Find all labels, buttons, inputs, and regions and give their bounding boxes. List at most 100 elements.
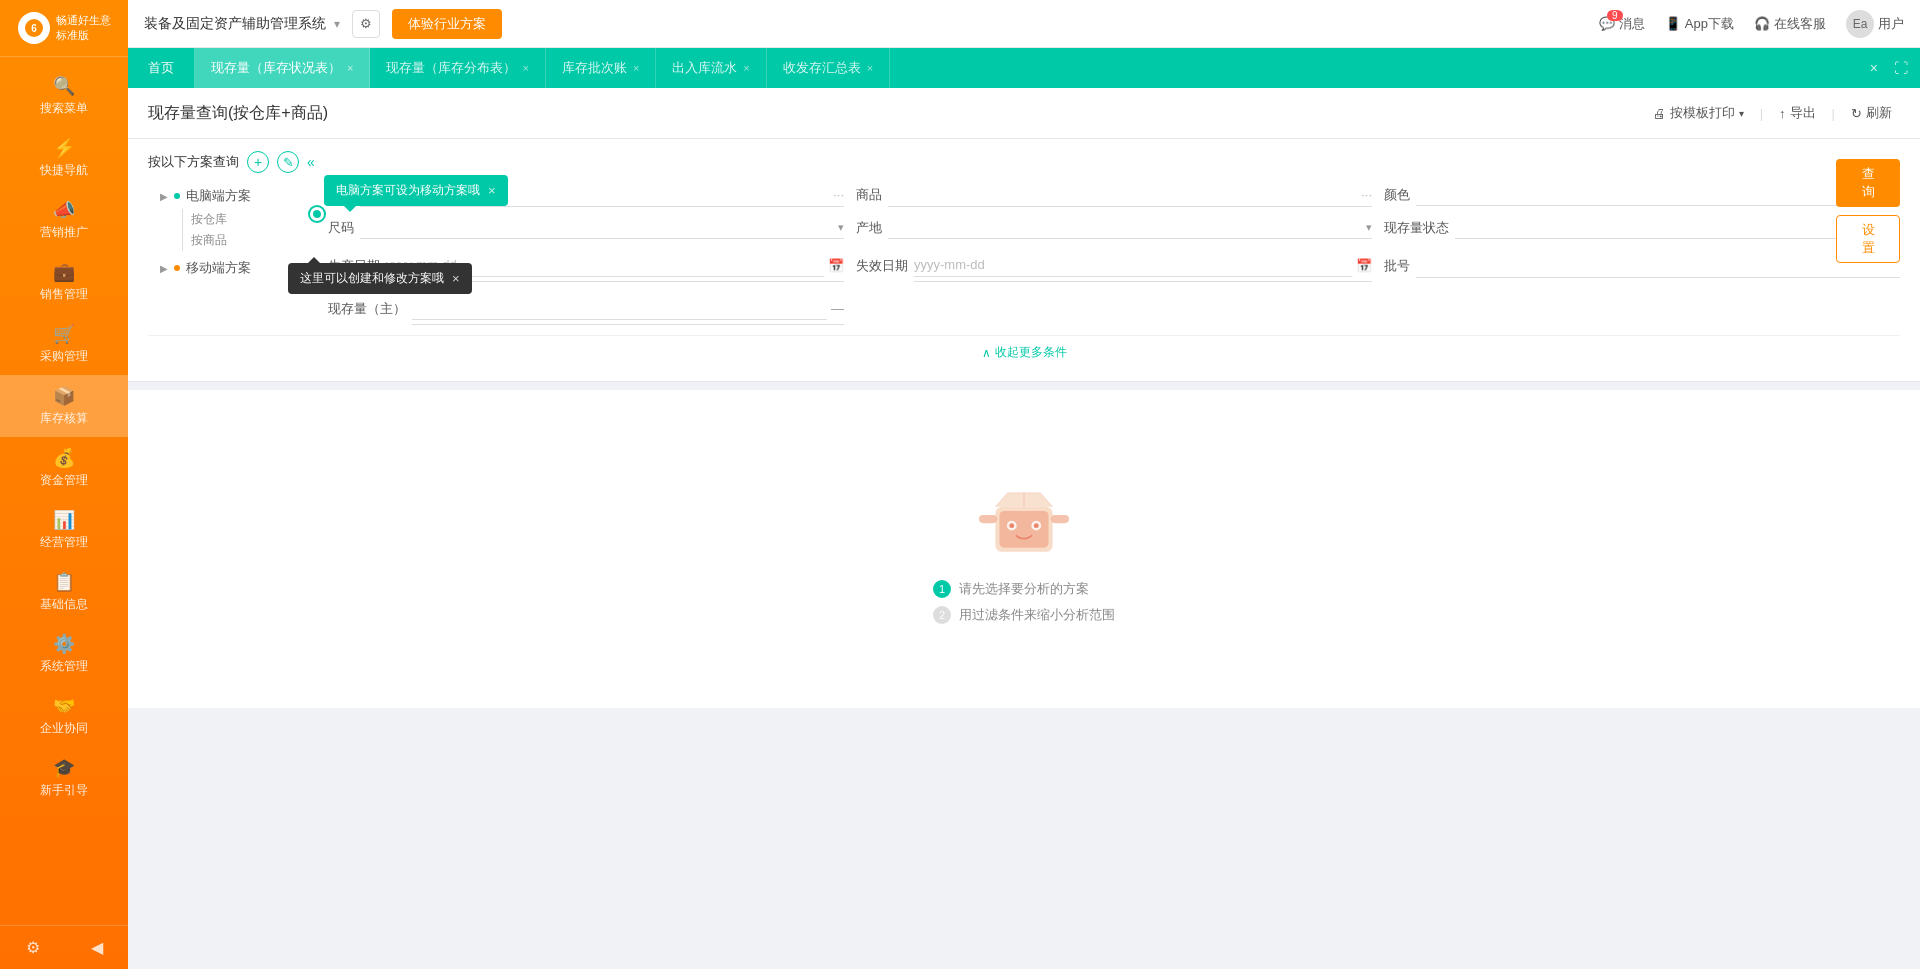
reset-button[interactable]: 设置 [1836,215,1900,263]
tab-close-3[interactable]: × [633,62,639,74]
tab-in-out-flow[interactable]: 出入库流水 × [656,48,766,88]
tooltip1-close-button[interactable]: × [488,183,496,198]
warehouse-sub: 按仓库 [191,209,308,230]
filter-back-button[interactable]: « [307,154,315,170]
sidebar-item-system[interactable]: ⚙️ 系统管理 [0,623,128,685]
sidebar-item-marketing[interactable]: 📣 营销推广 [0,189,128,251]
export-button[interactable]: ↑ 导出 [1771,100,1824,126]
filter-fields: 仓库 ··· 商品 ··· [308,183,1900,335]
expiry-date-range: 📅 [914,249,1372,282]
svg-point-7 [1034,523,1039,528]
search-button[interactable]: 查询 [1836,159,1900,207]
svg-rect-8 [979,515,997,523]
export-icon: ↑ [1779,106,1786,121]
settings-gear-button[interactable]: ⚙ [352,10,380,38]
scheme-item-desktop[interactable]: ▶ 电脑端方案 [160,183,308,209]
trial-button[interactable]: 体验行业方案 [392,9,502,39]
sidebar-item-tutorial[interactable]: 🎓 新手引导 [0,747,128,809]
print-dropdown-icon: ▾ [1739,108,1744,119]
scheme-dot-mobile [174,265,180,271]
search-icon: 🔍 [53,75,75,97]
collapse-sidebar-btn[interactable]: ◀ [91,938,103,957]
collapse-icon: ∧ [982,346,991,360]
system-title-arrow: ▾ [334,17,340,31]
sidebar-item-purchase[interactable]: 🛒 采购管理 [0,313,128,375]
empty-step-1: 1 请先选择要分析的方案 [933,576,1115,602]
tab-inventory-status[interactable]: 现存量（库存状况表） × [195,48,370,88]
size-select[interactable]: ▾ [360,217,844,239]
message-icon-wrapper: 💬 9 [1599,16,1615,31]
filter-field-product: 商品 ··· [856,183,1372,207]
color-select[interactable]: ▾ [1416,184,1900,206]
tooltip2-close-button[interactable]: × [452,271,460,286]
connector-dot [310,207,324,221]
stock-status-select[interactable]: ▾ [1455,217,1900,239]
empty-step-2: 2 用过滤条件来缩小分析范围 [933,602,1115,628]
date-icon-expiry-start[interactable]: 📅 [1356,258,1372,273]
settings-footer-btn[interactable]: ⚙ [26,938,40,957]
sidebar-item-search[interactable]: 🔍 搜索菜单 [0,65,128,127]
printer-icon: 🖨 [1653,106,1666,121]
tab-bar: 首页 现存量（库存状况表） × 现存量（库存分布表） × 库存批次账 × 出入库… [128,48,1920,88]
tab-close-1[interactable]: × [347,62,353,74]
sales-icon: 💼 [53,261,75,283]
filter-field-stock-status: 现存量状态 ▾ [1384,217,1900,239]
print-template-button[interactable]: 🖨 按模板打印 ▾ [1645,100,1752,126]
empty-state: 1 请先选择要分析的方案 2 用过滤条件来缩小分析范围 [128,390,1920,708]
tab-inventory-distribution[interactable]: 现存量（库存分布表） × [370,48,545,88]
expiry-date-start[interactable] [914,253,1352,277]
stock-qty-range: — [412,292,844,325]
filter-edit-button[interactable]: ✎ [277,151,299,173]
app-download-button[interactable]: 📱 App下载 [1665,15,1734,33]
refresh-button[interactable]: ↻ 刷新 [1843,100,1900,126]
sidebar: 6 畅通好生意 标准版 🔍 搜索菜单 ⚡ 快捷导航 📣 营销推广 💼 销售管理 … [0,0,128,969]
tab-close-5[interactable]: × [867,62,873,74]
scheme-mobile-arrow: ▶ [160,263,168,274]
tab-fullscreen-btn[interactable]: ⛶ [1890,56,1912,80]
scheme-dot-desktop [174,193,180,199]
tab-home[interactable]: 首页 [128,48,195,88]
page-header: 现存量查询(按仓库+商品) 🖨 按模板打印 ▾ | ↑ 导出 | ↻ 刷新 [128,88,1920,139]
collapse-bar[interactable]: ∧ 收起更多条件 [148,335,1900,369]
message-button[interactable]: 💬 9 消息 [1599,15,1645,33]
sidebar-item-operations[interactable]: 📊 经营管理 [0,499,128,561]
tooltip-desktop-scheme: 电脑方案可设为移动方案哦 × [324,175,508,206]
sidebar-item-basic[interactable]: 📋 基础信息 [0,561,128,623]
empty-illustration [974,470,1074,560]
page-actions: 🖨 按模板打印 ▾ | ↑ 导出 | ↻ 刷新 [1645,100,1900,126]
user-menu-button[interactable]: Ea 用户 [1846,10,1904,38]
user-avatar: Ea [1846,10,1874,38]
scheme-item-mobile[interactable]: ▶ 移动端方案 [160,255,308,281]
date-icon-produce-start[interactable]: 📅 [828,258,844,273]
filter-field-stock-qty: 现存量（主） — [328,292,844,325]
empty-steps: 1 请先选择要分析的方案 2 用过滤条件来缩小分析范围 [933,576,1115,628]
tab-close-2[interactable]: × [522,62,528,74]
main-area: 装备及固定资产辅助管理系统 ▾ ⚙ 体验行业方案 💬 9 消息 📱 App下载 … [128,0,1920,969]
tab-close-all-btn[interactable]: × [1866,56,1882,80]
filter-row-3: 生产日期 📅 失效日期 📅 [328,249,1900,282]
lightning-icon: ⚡ [53,137,75,159]
operations-icon: 📊 [53,509,75,531]
stock-qty-min[interactable] [412,296,827,320]
sidebar-item-finance[interactable]: 💰 资金管理 [0,437,128,499]
online-support-button[interactable]: 🎧 在线客服 [1754,15,1826,33]
sidebar-item-sales[interactable]: 💼 销售管理 [0,251,128,313]
message-badge: 9 [1607,10,1623,21]
scheme-list: ▶ 电脑端方案 按仓库 按商品 ▶ 移动端方案 [148,183,308,327]
tab-receipt-summary[interactable]: 收发存汇总表 × [767,48,890,88]
finance-icon: 💰 [53,447,75,469]
purchase-icon: 🛒 [53,323,75,345]
filter-add-button[interactable]: + [247,151,269,173]
batch-input[interactable] [1416,254,1900,278]
headset-icon: 🎧 [1754,16,1770,31]
sidebar-item-enterprise[interactable]: 🤝 企业协同 [0,685,128,747]
sidebar-item-inventory[interactable]: 📦 库存核算 [0,375,128,437]
product-select[interactable]: ··· [888,183,1372,207]
scheme-expand-arrow: ▶ [160,191,168,202]
tab-inventory-batch[interactable]: 库存批次账 × [546,48,656,88]
svg-rect-9 [1051,515,1069,523]
sidebar-item-shortcut[interactable]: ⚡ 快捷导航 [0,127,128,189]
origin-select[interactable]: ▾ [888,217,1372,239]
tab-bar-actions: × ⛶ [1866,48,1920,88]
tab-close-4[interactable]: × [743,62,749,74]
